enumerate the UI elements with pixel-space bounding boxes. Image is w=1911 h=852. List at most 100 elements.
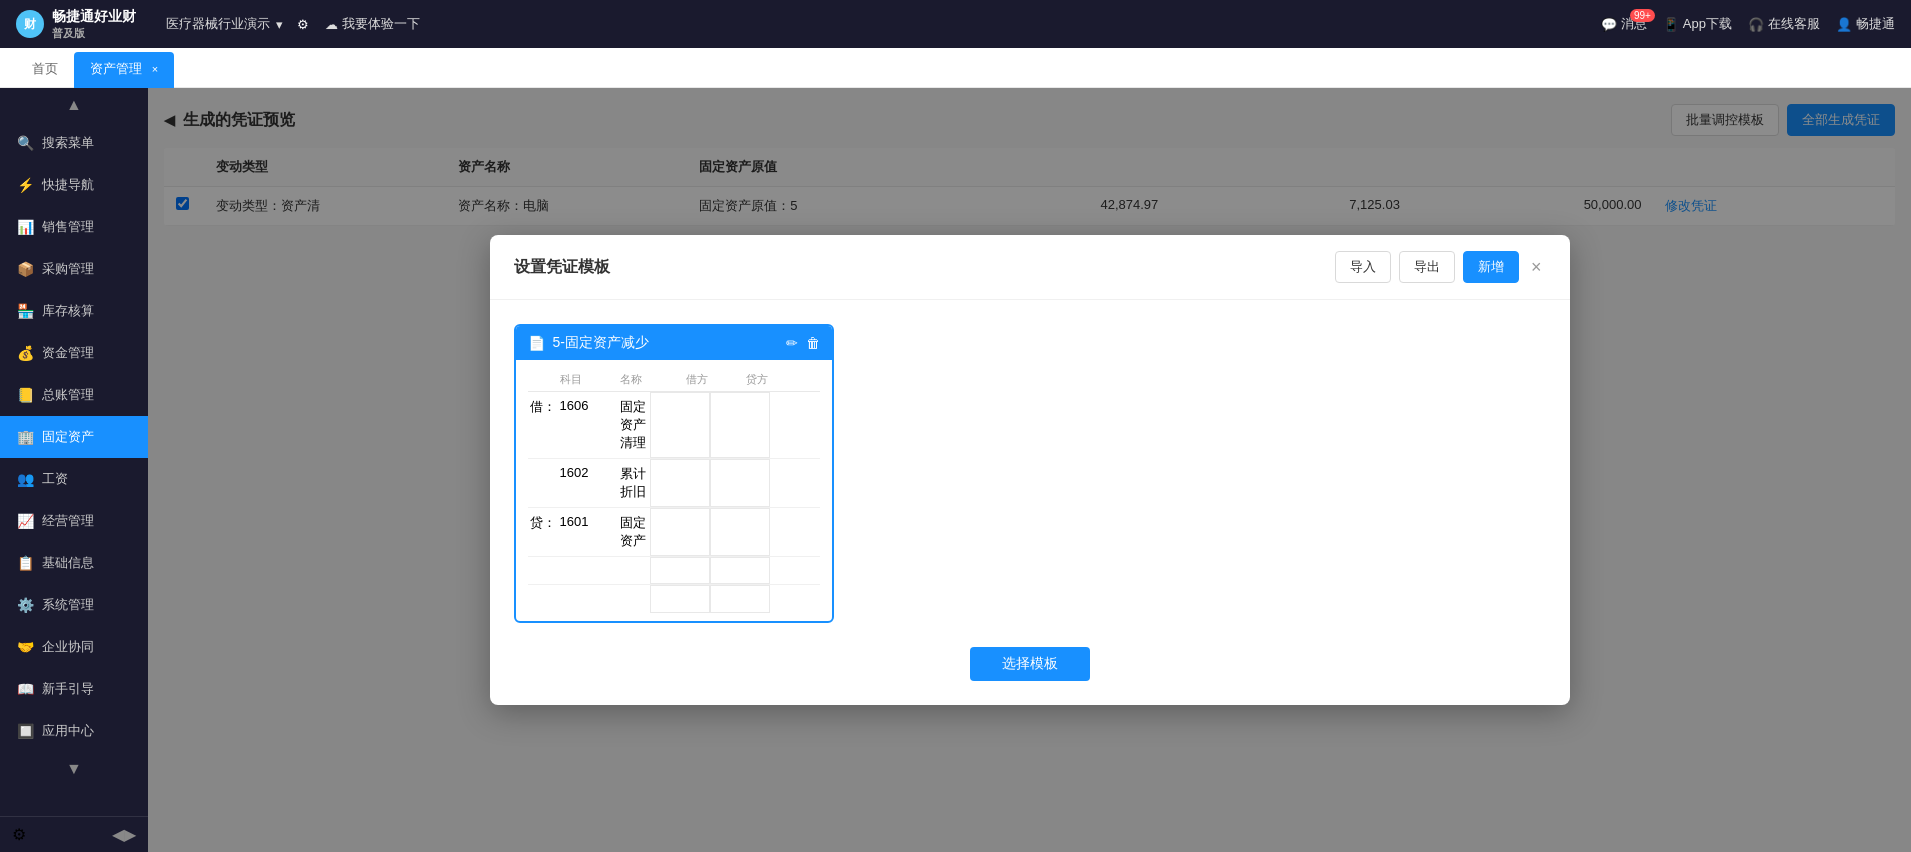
empty-row-1-code (558, 557, 618, 584)
template-id-name: 5-固定资产减少 (553, 334, 649, 352)
sidebar: ▲ 🔍 搜索菜单 ⚡ 快捷导航 📊 销售管理 📦 采购管理 🏪 库存核算 💰 资… (0, 88, 148, 852)
entry-2-debit (650, 459, 710, 507)
empty-row-1-account (618, 557, 650, 584)
sidebar-item-payroll[interactable]: 👥 工资 (0, 458, 148, 500)
empty-row-1-remark (770, 557, 820, 584)
import-button[interactable]: 导入 (1335, 251, 1391, 283)
sidebar-item-system[interactable]: ⚙️ 系统管理 (0, 584, 148, 626)
export-button[interactable]: 导出 (1399, 251, 1455, 283)
empty-row-2-account (618, 585, 650, 613)
sidebar-item-system-label: 系统管理 (42, 596, 94, 614)
sidebar-item-payroll-label: 工资 (42, 470, 68, 488)
tab-home[interactable]: 首页 (16, 52, 74, 88)
entry-1-debit (650, 392, 710, 458)
sidebar-scroll-down[interactable]: ▼ (0, 752, 148, 786)
sidebar-collapse-icon[interactable]: ◀▶ (112, 825, 136, 844)
sidebar-item-fixed-assets[interactable]: 🏢 固定资产 (0, 416, 148, 458)
col-header-type (528, 368, 558, 391)
tab-home-label: 首页 (32, 61, 58, 76)
app-download-label: App下载 (1683, 15, 1732, 33)
service-icon: 🎧 (1748, 17, 1764, 32)
sidebar-item-search[interactable]: 🔍 搜索菜单 (0, 122, 148, 164)
sales-icon: 📊 (16, 218, 34, 236)
company-selector[interactable]: 医疗器械行业演示 ▾ (156, 11, 293, 37)
sidebar-item-purchase-label: 采购管理 (42, 260, 94, 278)
company-name: 医疗器械行业演示 (166, 15, 270, 33)
content-area: ◀ 生成的凭证预览 批量调控模板 全部生成凭证 变动类型 资产名称 固定资产原值 (148, 88, 1911, 852)
entry-2-credit (710, 459, 770, 507)
app-logo: 财 畅捷通好业财 普及版 (16, 8, 136, 41)
download-icon: 📱 (1663, 17, 1679, 32)
sidebar-gear-icon[interactable]: ⚙ (12, 825, 26, 844)
sidebar-item-basic-info[interactable]: 📋 基础信息 (0, 542, 148, 584)
sidebar-item-finance-label: 资金管理 (42, 344, 94, 362)
app-name: 畅捷通好业财 (52, 8, 136, 26)
template-card-header: 📄 5-固定资产减少 ✏ 🗑 (516, 326, 832, 360)
template-edit-icon[interactable]: ✏ (786, 335, 798, 351)
sidebar-item-sales-label: 销售管理 (42, 218, 94, 236)
tab-asset-management[interactable]: 资产管理 × (74, 52, 174, 88)
header-actions: 💬 消息 99+ 📱 App下载 🎧 在线客服 👤 畅捷通 (1601, 15, 1895, 33)
app-download-button[interactable]: 📱 App下载 (1663, 15, 1732, 33)
finance-icon: 💰 (16, 344, 34, 362)
template-delete-icon[interactable]: 🗑 (806, 335, 820, 351)
entry-2-type (528, 459, 558, 507)
empty-row-2-credit (710, 585, 770, 613)
modal-body: 📄 5-固定资产减少 ✏ 🗑 科 (490, 300, 1570, 705)
modal-close-icon[interactable]: × (1527, 257, 1546, 278)
empty-row-1-debit (650, 557, 710, 584)
empty-row-2-remark (770, 585, 820, 613)
online-service-label: 在线客服 (1768, 15, 1820, 33)
sidebar-item-inventory-label: 库存核算 (42, 302, 94, 320)
modal-header-actions: 导入 导出 新增 × (1335, 251, 1546, 283)
col-header-debit: 借方 (650, 368, 710, 391)
entry-3-remark (770, 508, 820, 556)
entry-3-debit (650, 508, 710, 556)
sidebar-item-purchase[interactable]: 📦 采购管理 (0, 248, 148, 290)
chevron-down-icon: ▾ (276, 17, 283, 32)
modal-header: 设置凭证模板 导入 导出 新增 × (490, 235, 1570, 300)
payroll-icon: 👥 (16, 470, 34, 488)
col-header-name: 名称 (618, 368, 650, 391)
sidebar-item-inventory[interactable]: 🏪 库存核算 (0, 290, 148, 332)
app-subtitle: 普及版 (52, 26, 136, 41)
sidebar-item-quick-nav[interactable]: ⚡ 快捷导航 (0, 164, 148, 206)
system-icon: ⚙️ (16, 596, 34, 614)
empty-row-1-type (528, 557, 558, 584)
entry-3-code: 1601 (558, 508, 618, 556)
sidebar-item-operations[interactable]: 📈 经营管理 (0, 500, 148, 542)
new-template-button[interactable]: 新增 (1463, 251, 1519, 283)
sidebar-item-ledger[interactable]: 📒 总账管理 (0, 374, 148, 416)
sidebar-item-enterprise[interactable]: 🤝 企业协同 (0, 626, 148, 668)
experience-button[interactable]: ☁ 我要体验一下 (325, 15, 420, 33)
tab-close-icon[interactable]: × (152, 63, 158, 75)
purchase-icon: 📦 (16, 260, 34, 278)
user-label: 畅捷通 (1856, 15, 1895, 33)
sidebar-scroll-up[interactable]: ▲ (0, 88, 148, 122)
settings-icon[interactable]: ⚙ (293, 14, 313, 34)
quick-nav-icon: ⚡ (16, 176, 34, 194)
sidebar-item-beginner-label: 新手引导 (42, 680, 94, 698)
template-card-body: 科目 名称 借方 贷方 借： 1606 固定资产清理 (516, 360, 832, 621)
col-header-code: 科目 (558, 368, 618, 391)
modal-overlay: 设置凭证模板 导入 导出 新增 × 📄 5-固定资产减少 (148, 88, 1911, 852)
tab-bar: 首页 资产管理 × (0, 48, 1911, 88)
template-card: 📄 5-固定资产减少 ✏ 🗑 科 (514, 324, 834, 623)
sidebar-item-finance[interactable]: 💰 资金管理 (0, 332, 148, 374)
search-icon: 🔍 (16, 134, 34, 152)
online-service-button[interactable]: 🎧 在线客服 (1748, 15, 1820, 33)
messages-button[interactable]: 💬 消息 99+ (1601, 15, 1647, 33)
inventory-icon: 🏪 (16, 302, 34, 320)
sidebar-item-fixed-assets-label: 固定资产 (42, 428, 94, 446)
select-template-button[interactable]: 选择模板 (970, 647, 1090, 681)
sidebar-item-app-center-label: 应用中心 (42, 722, 94, 740)
entry-1-type: 借： (528, 392, 558, 458)
user-button[interactable]: 👤 畅捷通 (1836, 15, 1895, 33)
empty-row-1-credit (710, 557, 770, 584)
sidebar-item-quick-nav-label: 快捷导航 (42, 176, 94, 194)
sidebar-item-beginner[interactable]: 📖 新手引导 (0, 668, 148, 710)
sidebar-item-sales[interactable]: 📊 销售管理 (0, 206, 148, 248)
sidebar-item-app-center[interactable]: 🔲 应用中心 (0, 710, 148, 752)
sidebar-item-enterprise-label: 企业协同 (42, 638, 94, 656)
top-header: 财 畅捷通好业财 普及版 医疗器械行业演示 ▾ ⚙ ☁ 我要体验一下 💬 消息 … (0, 0, 1911, 48)
